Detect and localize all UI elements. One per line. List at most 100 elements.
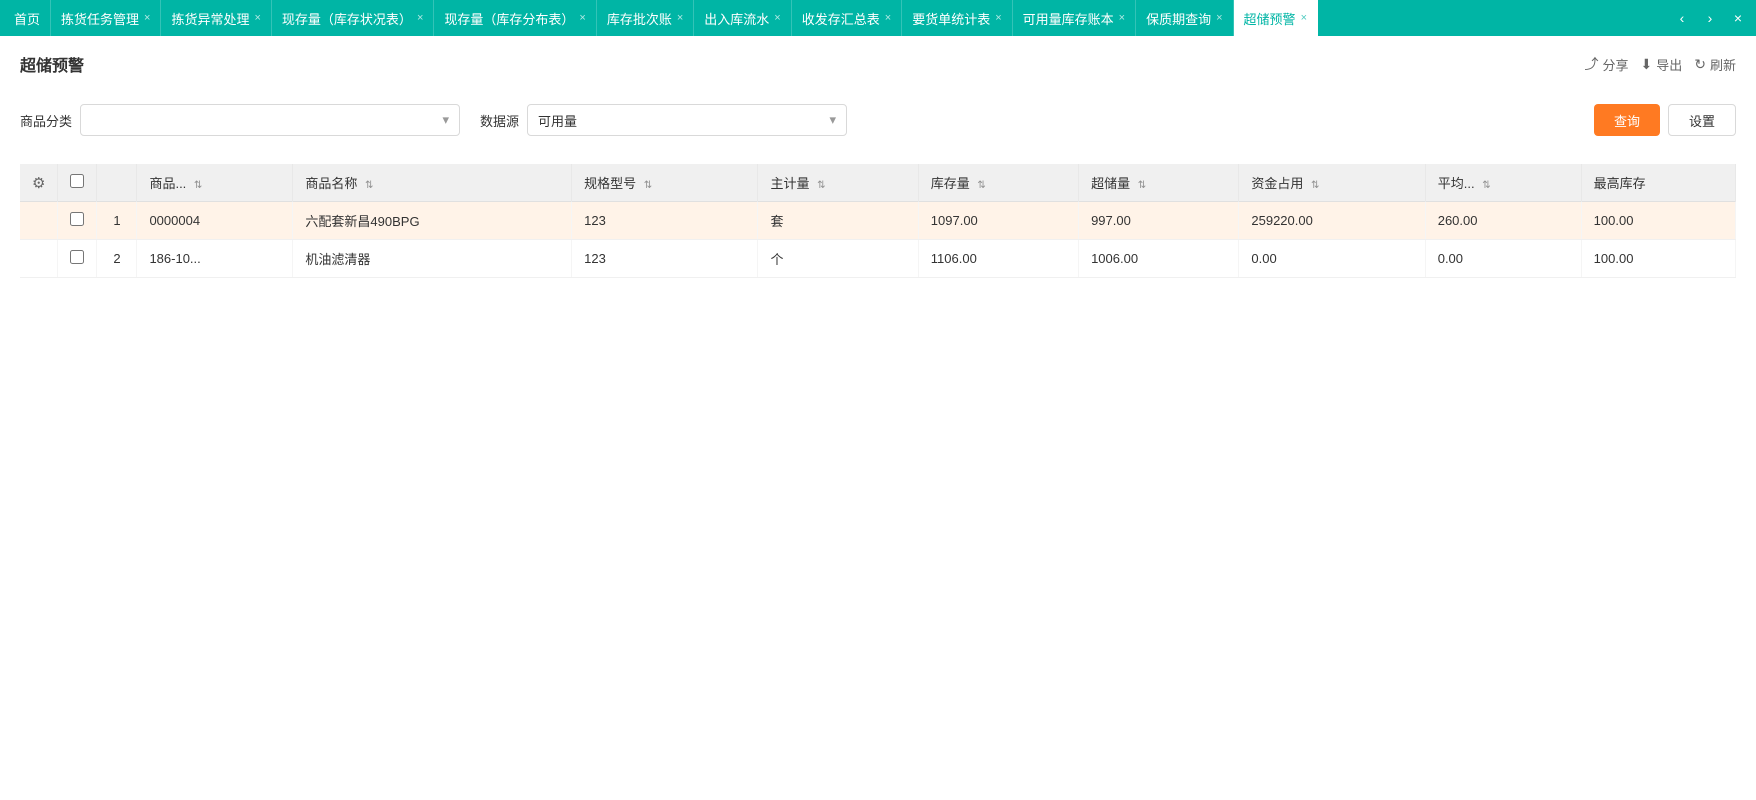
nav-inventory-status[interactable]: 现存量（库存状况表） × bbox=[272, 0, 434, 36]
export-button[interactable]: ⬇ 导出 bbox=[1641, 55, 1683, 74]
datasource-select-value: 可用量 bbox=[538, 111, 577, 130]
category-filter-group: 商品分类 ▾ bbox=[20, 104, 460, 136]
row-capital: 0.00 bbox=[1239, 240, 1425, 278]
page-container: 超储预警 ⤴ 分享 ⬇ 导出 ↻ 刷新 商品分类 ▾ 数据源 bbox=[0, 36, 1756, 800]
row-number: 2 bbox=[97, 240, 137, 278]
query-button[interactable]: 查询 bbox=[1594, 104, 1660, 136]
row-checkbox-cell bbox=[58, 202, 97, 240]
nav-task-mgmt[interactable]: 拣货任务管理 × bbox=[51, 0, 161, 36]
table-header-capital: 资金占用 ⇅ bbox=[1239, 164, 1425, 202]
gear-icon[interactable]: ⚙ bbox=[32, 175, 45, 192]
table-header-row: ⚙ 商品... ⇅ 商品名称 ⇅ 规格型号 ⇅ bbox=[20, 164, 1736, 202]
table-header-avg: 平均... ⇅ bbox=[1425, 164, 1581, 202]
nav-available-ledger[interactable]: 可用量库存账本 × bbox=[1013, 0, 1136, 36]
nav-close-all-button[interactable]: × bbox=[1724, 0, 1752, 36]
row-product-code: 186-10... bbox=[137, 240, 293, 278]
page-header: 超储预警 ⤴ 分享 ⬇ 导出 ↻ 刷新 bbox=[20, 52, 1736, 76]
row-product-code: 0000004 bbox=[137, 202, 293, 240]
share-button[interactable]: ⤴ 分享 bbox=[1584, 54, 1628, 74]
row-max-stock: 100.00 bbox=[1581, 240, 1735, 278]
nav-inout-flow-close[interactable]: × bbox=[774, 12, 780, 24]
share-icon: ⤴ bbox=[1584, 54, 1598, 74]
page-title: 超储预警 bbox=[20, 52, 84, 76]
nav-overstock-close[interactable]: × bbox=[1301, 12, 1307, 24]
page-actions: ⤴ 分享 ⬇ 导出 ↻ 刷新 bbox=[1584, 54, 1736, 74]
nav-overstock[interactable]: 超储预警 × bbox=[1234, 0, 1318, 36]
row-capital: 259220.00 bbox=[1239, 202, 1425, 240]
category-filter-label: 商品分类 bbox=[20, 111, 72, 130]
row-checkbox[interactable] bbox=[70, 250, 84, 264]
filter-bar: 商品分类 ▾ 数据源 可用量 ▾ 查询 设置 bbox=[20, 92, 1736, 148]
table-header-spec: 规格型号 ⇅ bbox=[572, 164, 758, 202]
nav-order-stats-close[interactable]: × bbox=[995, 12, 1001, 24]
nav-batch[interactable]: 库存批次账 × bbox=[597, 0, 694, 36]
table-header-unit: 主计量 ⇅ bbox=[758, 164, 918, 202]
nav-task-mgmt-close[interactable]: × bbox=[144, 12, 150, 24]
sort-icon-avg[interactable]: ⇅ bbox=[1482, 180, 1490, 191]
row-product-name: 机油滤清器 bbox=[293, 240, 572, 278]
refresh-icon: ↻ bbox=[1694, 56, 1706, 73]
nav-expiry-close[interactable]: × bbox=[1216, 12, 1222, 24]
row-stock: 1097.00 bbox=[918, 202, 1078, 240]
category-select[interactable]: ▾ bbox=[80, 104, 460, 136]
table-row: 2 186-10... 机油滤清器 123 个 1106.00 1006.00 … bbox=[20, 240, 1736, 278]
sort-icon-overstock[interactable]: ⇅ bbox=[1138, 180, 1146, 191]
filter-buttons: 查询 设置 bbox=[1594, 104, 1736, 136]
row-gear-cell bbox=[20, 202, 58, 240]
table-header-overstock: 超储量 ⇅ bbox=[1079, 164, 1239, 202]
row-avg: 260.00 bbox=[1425, 202, 1581, 240]
nav-batch-close[interactable]: × bbox=[677, 12, 683, 24]
datasource-filter-label: 数据源 bbox=[480, 111, 519, 130]
nav-inout-flow[interactable]: 出入库流水 × bbox=[694, 0, 791, 36]
datasource-select[interactable]: 可用量 ▾ bbox=[527, 104, 847, 136]
table-header-max-stock: 最高库存 bbox=[1581, 164, 1735, 202]
row-spec: 123 bbox=[572, 240, 758, 278]
settings-button[interactable]: 设置 bbox=[1668, 104, 1736, 136]
nav-abnormal-close[interactable]: × bbox=[254, 12, 260, 24]
datasource-chevron-icon: ▾ bbox=[830, 112, 837, 128]
row-number: 1 bbox=[97, 202, 137, 240]
row-overstock: 997.00 bbox=[1079, 202, 1239, 240]
nav-available-ledger-close[interactable]: × bbox=[1119, 12, 1125, 24]
nav-order-stats[interactable]: 要货单统计表 × bbox=[902, 0, 1012, 36]
row-max-stock: 100.00 bbox=[1581, 202, 1735, 240]
row-avg: 0.00 bbox=[1425, 240, 1581, 278]
sort-icon-product-name[interactable]: ⇅ bbox=[365, 180, 373, 191]
sort-icon-product-code[interactable]: ⇅ bbox=[194, 180, 202, 191]
row-product-name: 六配套新昌490BPG bbox=[293, 202, 572, 240]
refresh-button[interactable]: ↻ 刷新 bbox=[1694, 55, 1736, 74]
nav-expiry[interactable]: 保质期查询 × bbox=[1136, 0, 1233, 36]
sort-icon-unit[interactable]: ⇅ bbox=[817, 180, 825, 191]
nav-collect-summary[interactable]: 收发存汇总表 × bbox=[792, 0, 902, 36]
row-spec: 123 bbox=[572, 202, 758, 240]
table-header-stock: 库存量 ⇅ bbox=[918, 164, 1078, 202]
nav-home[interactable]: 首页 bbox=[4, 0, 51, 36]
chevron-down-icon: ▾ bbox=[442, 112, 449, 128]
sort-icon-capital[interactable]: ⇅ bbox=[1311, 180, 1319, 191]
export-icon: ⬇ bbox=[1641, 56, 1653, 73]
sort-icon-stock[interactable]: ⇅ bbox=[977, 180, 985, 191]
nav-inventory-dist-close[interactable]: × bbox=[579, 12, 585, 24]
data-table: ⚙ 商品... ⇅ 商品名称 ⇅ 规格型号 ⇅ bbox=[20, 164, 1736, 278]
nav-collect-summary-close[interactable]: × bbox=[885, 12, 891, 24]
sort-icon-spec[interactable]: ⇅ bbox=[644, 180, 652, 191]
datasource-filter-group: 数据源 可用量 ▾ bbox=[480, 104, 847, 136]
select-all-checkbox[interactable] bbox=[70, 174, 84, 188]
nav-abnormal[interactable]: 拣货异常处理 × bbox=[161, 0, 271, 36]
nav-next-button[interactable]: › bbox=[1696, 0, 1724, 36]
table-header-product-code: 商品... ⇅ bbox=[137, 164, 293, 202]
row-unit: 个 bbox=[758, 240, 918, 278]
row-checkbox-cell bbox=[58, 240, 97, 278]
nav-prev-button[interactable]: ‹ bbox=[1668, 0, 1696, 36]
nav-inventory-status-close[interactable]: × bbox=[417, 12, 423, 24]
row-stock: 1106.00 bbox=[918, 240, 1078, 278]
nav-inventory-dist[interactable]: 现存量（库存分布表） × bbox=[434, 0, 596, 36]
row-overstock: 1006.00 bbox=[1079, 240, 1239, 278]
nav-arrows: ‹ › × bbox=[1668, 0, 1752, 36]
top-navigation: 首页 拣货任务管理 × 拣货异常处理 × 现存量（库存状况表） × 现存量（库存… bbox=[0, 0, 1756, 36]
row-checkbox[interactable] bbox=[70, 212, 84, 226]
table-header-gear: ⚙ bbox=[20, 164, 58, 202]
table-header-checkbox bbox=[58, 164, 97, 202]
table-header-rownum bbox=[97, 164, 137, 202]
table-row: 1 0000004 六配套新昌490BPG 123 套 1097.00 997.… bbox=[20, 202, 1736, 240]
